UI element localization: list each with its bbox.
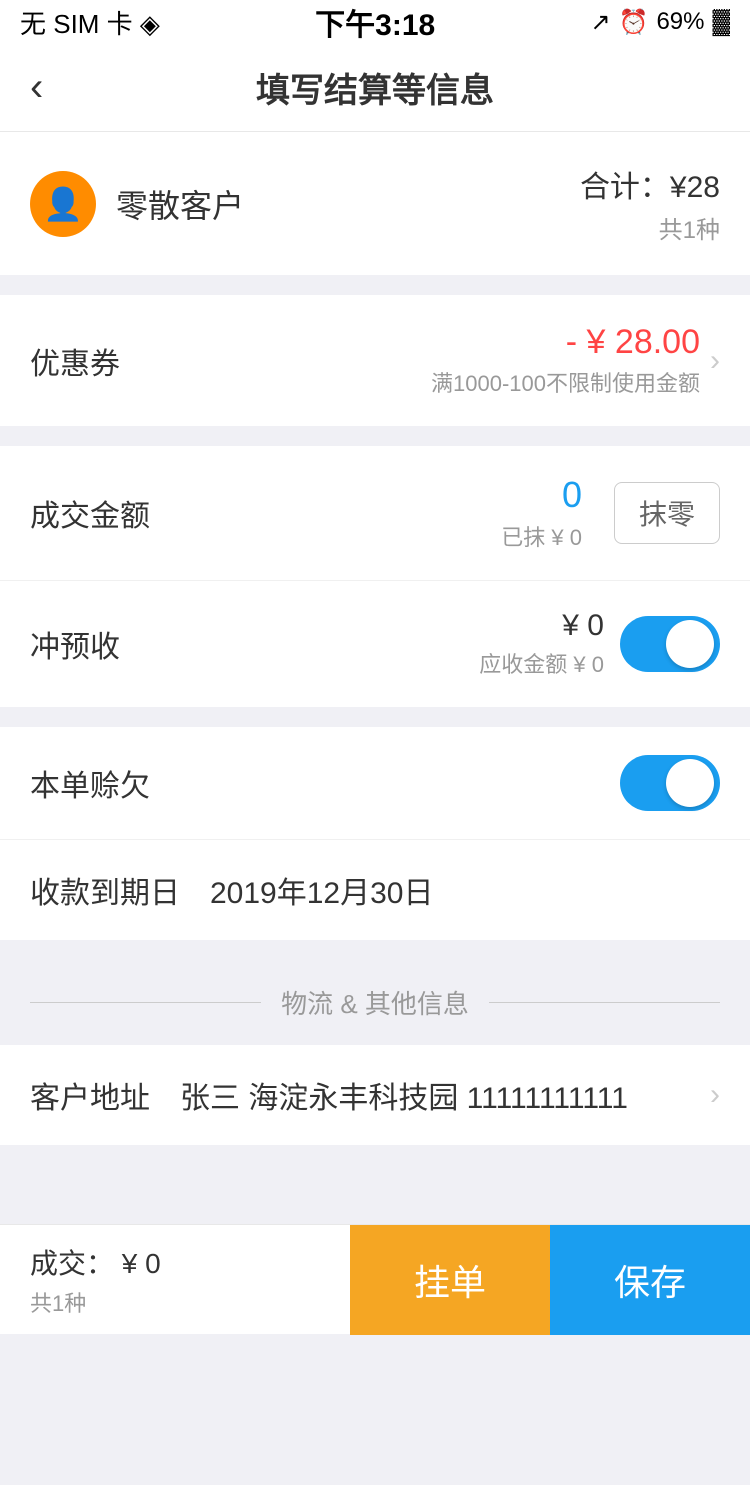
- round-button[interactable]: 抹零: [614, 482, 720, 544]
- advance-row: 冲预收 ¥ 0 应收金额 ¥ 0: [0, 581, 750, 707]
- advance-toggle-knob: [666, 620, 714, 668]
- location-icon: ↗: [590, 8, 610, 37]
- address-label: 客户地址: [30, 1073, 150, 1117]
- customer-count: 共1种: [580, 210, 720, 245]
- deal-amount: ¥ 0: [122, 1248, 161, 1279]
- amount-value-wrap: 0 已抹 ¥ 0 抹零: [501, 474, 720, 552]
- status-time: 下午3:18: [315, 0, 435, 44]
- amount-row: 成交金额 0 已抹 ¥ 0 抹零: [0, 446, 750, 581]
- suspend-button[interactable]: 挂单: [350, 1225, 550, 1335]
- page-title: 填写结算等信息: [256, 63, 494, 112]
- address-section: 客户地址 张三 海淀永丰科技园 11111111111 ›: [0, 1045, 750, 1145]
- bottom-summary: 成交： ¥ 0 共1种: [0, 1242, 350, 1318]
- debt-toggle-knob: [666, 759, 714, 807]
- debt-toggle[interactable]: [620, 755, 720, 811]
- coupon-chevron-icon: ›: [710, 344, 720, 378]
- deal-label: 成交：: [30, 1248, 114, 1279]
- save-button[interactable]: 保存: [550, 1225, 750, 1335]
- logistics-separator: 物流 & 其他信息: [0, 960, 750, 1045]
- battery-text: 69%: [656, 8, 704, 36]
- advance-right: ¥ 0 应收金额 ¥ 0: [479, 609, 604, 679]
- avatar-icon: 👤: [43, 185, 83, 223]
- customer-section: 👤 零散客户 合计：¥28 共1种: [0, 132, 750, 275]
- address-value: 张三 海淀永丰科技园 11111111111: [180, 1073, 700, 1117]
- amount-value[interactable]: 0: [501, 474, 582, 516]
- advance-label: 冲预收: [30, 622, 120, 666]
- status-right: ↗ ⏰ 69% ▓: [590, 8, 730, 37]
- due-date-row[interactable]: 收款到期日 2019年12月30日: [0, 839, 750, 940]
- address-chevron-icon: ›: [710, 1078, 720, 1112]
- avatar: 👤: [30, 171, 96, 237]
- suspend-label: 挂单: [414, 1254, 486, 1306]
- customer-info: 👤 零散客户: [30, 171, 244, 237]
- debt-label: 本单赊欠: [30, 761, 150, 805]
- alarm-icon: ⏰: [619, 8, 649, 37]
- customer-name: 零散客户: [116, 181, 244, 227]
- due-date-label: 收款到期日: [30, 868, 180, 912]
- advance-toggle[interactable]: [620, 616, 720, 672]
- back-button[interactable]: ‹: [30, 65, 43, 110]
- coupon-label: 优惠券: [30, 339, 120, 383]
- advance-value: ¥ 0: [479, 609, 604, 643]
- coupon-description: 满1000-100不限制使用金额: [431, 366, 700, 398]
- logistics-line-right: [489, 1002, 720, 1003]
- advance-sub: 应收金额 ¥ 0: [479, 647, 604, 679]
- customer-total-wrap: 合计：¥28 共1种: [580, 162, 720, 245]
- customer-total: 合计：¥28: [580, 162, 720, 206]
- advance-value-wrap: ¥ 0 应收金额 ¥ 0: [479, 609, 720, 679]
- coupon-value-wrap: - ¥ 28.00 满1000-100不限制使用金额: [431, 323, 700, 398]
- status-bar: 无 SIM 卡 ◈ 下午3:18 ↗ ⏰ 69% ▓: [0, 0, 750, 44]
- bottom-bar: 成交： ¥ 0 共1种 挂单 保存: [0, 1224, 750, 1334]
- debt-row: 本单赊欠: [0, 727, 750, 839]
- transaction-section: 成交金额 0 已抹 ¥ 0 抹零 冲预收 ¥ 0 应收金额 ¥ 0: [0, 446, 750, 707]
- amount-right: 0 已抹 ¥ 0: [501, 474, 582, 552]
- nav-bar: ‹ 填写结算等信息: [0, 44, 750, 132]
- status-left: 无 SIM 卡 ◈: [20, 4, 160, 41]
- coupon-section: 优惠券 - ¥ 28.00 满1000-100不限制使用金额 ›: [0, 295, 750, 426]
- amount-sub: 已抹 ¥ 0: [501, 520, 582, 552]
- bottom-deal: 成交： ¥ 0: [30, 1242, 320, 1282]
- signal-text: 无 SIM 卡 ◈: [20, 4, 160, 41]
- bottom-deal-count: 共1种: [30, 1286, 320, 1318]
- save-label: 保存: [614, 1254, 686, 1306]
- due-date-value: 2019年12月30日: [210, 868, 433, 912]
- debt-section: 本单赊欠 收款到期日 2019年12月30日: [0, 727, 750, 940]
- battery-icon: ▓: [712, 8, 730, 36]
- coupon-row[interactable]: 优惠券 - ¥ 28.00 满1000-100不限制使用金额 ›: [0, 295, 750, 426]
- coupon-discount: - ¥ 28.00: [431, 323, 700, 362]
- logistics-label: 物流 & 其他信息: [281, 984, 469, 1021]
- logistics-line-left: [30, 1002, 261, 1003]
- address-row[interactable]: 客户地址 张三 海淀永丰科技园 11111111111 ›: [0, 1045, 750, 1145]
- amount-label: 成交金额: [30, 491, 150, 535]
